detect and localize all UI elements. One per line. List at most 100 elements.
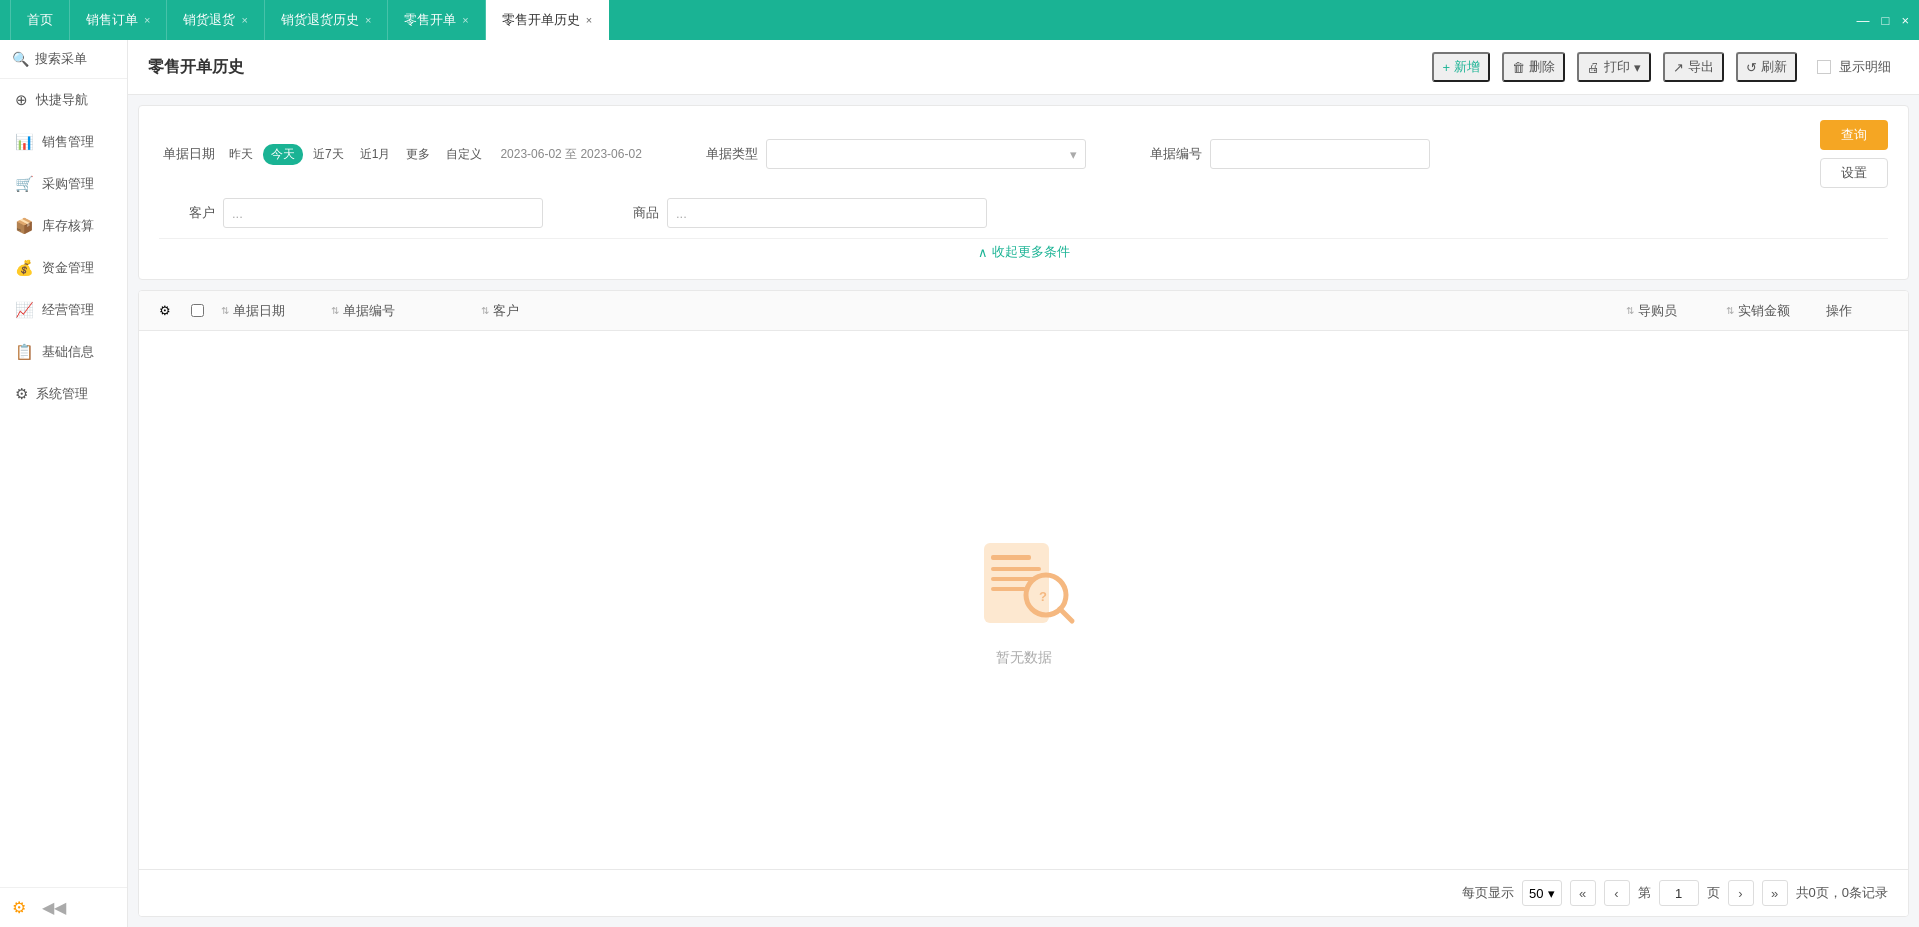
delete-label: 删除 [1529,58,1555,76]
query-buttons: 查询 设置 [1820,120,1888,188]
setting-button[interactable]: 设置 [1820,158,1888,188]
settings-gear-icon[interactable]: ⚙ [12,898,26,917]
nav-tab-retail-open[interactable]: 零售开单 × [388,0,485,40]
sidebar-item-quick-nav[interactable]: ⊕ 快捷导航 [0,79,127,121]
th-amount-label: 实销金额 [1738,302,1790,320]
add-label: 新增 [1454,58,1480,76]
last-page-icon: » [1771,886,1778,901]
export-icon: ↗ [1673,60,1684,75]
date-btn-custom[interactable]: 自定义 [440,144,488,165]
th-order-no[interactable]: ⇅ 单据编号 [323,302,473,320]
close-sales-return-history-icon[interactable]: × [365,14,371,26]
date-btn-more[interactable]: 更多 [400,144,436,165]
sidebar-search[interactable]: 🔍 搜索采单 [0,40,127,79]
per-page-value: 50 [1529,886,1543,901]
show-detail-checkbox[interactable] [1817,60,1831,74]
delete-button[interactable]: 🗑 删除 [1502,52,1565,82]
sidebar-item-purchase[interactable]: 🛒 采购管理 [0,163,127,205]
sidebar-item-finance[interactable]: 💰 资金管理 [0,247,127,289]
filter-date: 单据日期 昨天 今天 近7天 近1月 更多 自定义 2023-06-02 至 2… [159,144,642,165]
export-button[interactable]: ↗ 导出 [1663,52,1724,82]
next-page-icon: › [1738,886,1742,901]
order-type-label: 单据类型 [702,145,758,163]
last-page-button[interactable]: » [1762,880,1788,906]
sidebar-item-basic[interactable]: 📋 基础信息 [0,331,127,373]
main-layout: 🔍 搜索采单 ⊕ 快捷导航 📊 销售管理 🛒 采购管理 📦 库存核算 💰 资金管… [0,40,1919,927]
sidebar-item-system[interactable]: ⚙ 系统管理 [0,373,127,415]
page-label-end: 页 [1707,884,1720,902]
chevron-up-icon: ∧ [978,245,988,260]
nav-tab-home[interactable]: 首页 [10,0,70,40]
sidebar-item-sales-label: 销售管理 [42,133,94,151]
print-button[interactable]: 🖨 打印 ▾ [1577,52,1651,82]
collapse-row[interactable]: ∧ 收起更多条件 [159,238,1888,265]
quick-nav-icon: ⊕ [15,91,28,109]
table-settings-icon[interactable]: ⚙ [149,303,181,318]
th-date[interactable]: ⇅ 单据日期 [213,302,323,320]
minimize-icon[interactable]: — [1857,13,1870,28]
print-chevron-icon: ▾ [1634,60,1641,75]
refresh-button[interactable]: ↺ 刷新 [1736,52,1797,82]
th-customer[interactable]: ⇅ 客户 [473,302,1618,320]
nav-tabs: 首页 销售订单 × 销货退货 × 销货退货历史 × 零售开单 × 零售开单历史 … [10,0,1857,40]
nav-tab-sales-return[interactable]: 销货退货 × [167,0,264,40]
th-amount[interactable]: ⇅ 实销金额 [1718,302,1818,320]
sidebar-item-inventory[interactable]: 📦 库存核算 [0,205,127,247]
date-btn-7days[interactable]: 近7天 [307,144,350,165]
customer-input[interactable]: ... [223,198,543,228]
nav-tab-retail-open-history-label: 零售开单历史 [502,11,580,29]
nav-tab-sales-order-label: 销售订单 [86,11,138,29]
order-no-input[interactable] [1210,139,1430,169]
page-actions: + 新增 🗑 删除 🖨 打印 ▾ ↗ 导出 ↺ 刷新 [1432,52,1899,82]
prev-page-button[interactable]: ‹ [1604,880,1630,906]
sidebar-item-purchase-label: 采购管理 [42,175,94,193]
per-page-select[interactable]: 50 ▾ [1522,880,1561,906]
window-close-icon[interactable]: × [1901,13,1909,28]
nav-tab-retail-open-history[interactable]: 零售开单历史 × [486,0,609,40]
filter-order-type: 单据类型 ▾ [702,139,1086,169]
sidebar-item-operations[interactable]: 📈 经营管理 [0,289,127,331]
nav-tab-home-label: 首页 [27,11,53,29]
show-detail-toggle[interactable]: 显示明细 [1809,54,1899,80]
th-guide[interactable]: ⇅ 导购员 [1618,302,1718,320]
goods-dots: ... [676,206,687,221]
sidebar-bottom: ⚙ ◀◀ [0,887,127,927]
close-retail-open-icon[interactable]: × [462,14,468,26]
close-sales-return-icon[interactable]: × [241,14,247,26]
date-range-display: 2023-06-02 至 2023-06-02 [500,146,641,163]
nav-tab-sales-order[interactable]: 销售订单 × [70,0,167,40]
next-page-button[interactable]: › [1728,880,1754,906]
date-btn-today[interactable]: 今天 [263,144,303,165]
add-button[interactable]: + 新增 [1432,52,1490,82]
pagination: 每页显示 50 ▾ « ‹ 第 页 › » [139,869,1908,916]
date-btn-yesterday[interactable]: 昨天 [223,144,259,165]
collapse-sidebar-icon[interactable]: ◀◀ [42,898,66,917]
query-button[interactable]: 查询 [1820,120,1888,150]
sidebar-search-label: 搜索采单 [35,50,87,68]
table-select-all[interactable] [181,304,213,317]
order-type-chevron-icon: ▾ [1070,147,1077,162]
close-retail-open-history-icon[interactable]: × [586,14,592,26]
maximize-icon[interactable]: □ [1882,13,1890,28]
sort-amount-icon: ⇅ [1726,305,1734,316]
finance-icon: 💰 [15,259,34,277]
close-sales-order-icon[interactable]: × [144,14,150,26]
page-label: 第 [1638,884,1651,902]
sort-guide-icon: ⇅ [1626,305,1634,316]
order-type-select[interactable]: ▾ [766,139,1086,169]
page-number-input[interactable] [1659,880,1699,906]
th-order-label: 单据编号 [343,302,395,320]
first-page-button[interactable]: « [1570,880,1596,906]
sort-customer-icon: ⇅ [481,305,489,316]
filter-area: 单据日期 昨天 今天 近7天 近1月 更多 自定义 2023-06-02 至 2… [138,105,1909,280]
date-btn-1month[interactable]: 近1月 [354,144,397,165]
top-navigation: 首页 销售订单 × 销货退货 × 销货退货历史 × 零售开单 × 零售开单历史 … [0,0,1919,40]
show-detail-label: 显示明细 [1839,58,1891,76]
sort-date-icon: ⇅ [221,305,229,316]
select-all-checkbox[interactable] [191,304,204,317]
nav-tab-sales-return-history[interactable]: 销货退货历史 × [265,0,388,40]
goods-input[interactable]: ... [667,198,987,228]
sidebar-item-sales[interactable]: 📊 销售管理 [0,121,127,163]
system-icon: ⚙ [15,385,28,403]
th-guide-label: 导购员 [1638,302,1677,320]
